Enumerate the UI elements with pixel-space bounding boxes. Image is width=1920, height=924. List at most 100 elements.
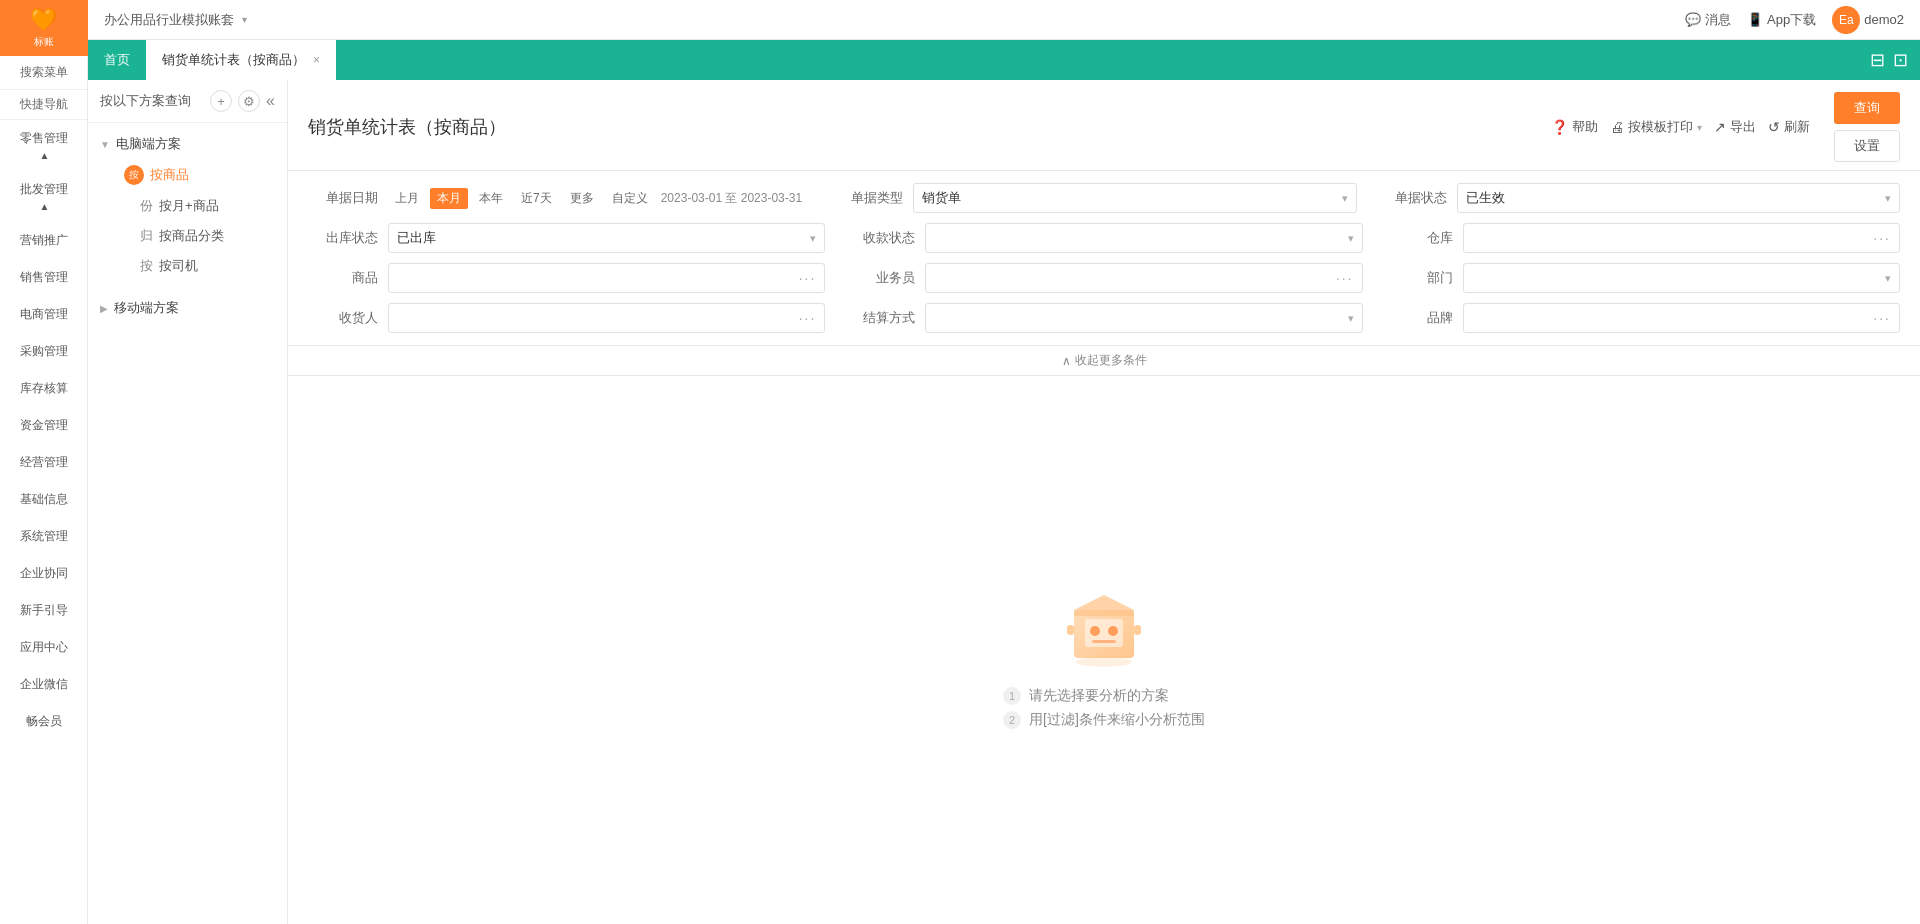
svg-rect-7: [1067, 625, 1074, 635]
sidebar-item-purchase[interactable]: 采购管理: [0, 333, 87, 370]
app-logo[interactable]: 🧡 标账: [0, 0, 88, 56]
sidebar-item-wholesale[interactable]: 批发管理 ▲: [0, 171, 87, 222]
receiver-field[interactable]: ···: [388, 303, 825, 333]
collapse-sidebar-btn[interactable]: «: [266, 92, 275, 110]
export-icon: ↗: [1714, 119, 1726, 135]
page-content: 按以下方案查询 + ⚙ « ▼ 电脑端方案 按 按商品 份 按月+: [88, 80, 1920, 924]
date-tab-prev-month[interactable]: 上月: [388, 188, 426, 209]
sidebar-item-finance[interactable]: 资金管理: [0, 407, 87, 444]
sidebar-item-basic[interactable]: 基础信息: [0, 481, 87, 518]
sidebar-item-operations[interactable]: 经营管理: [0, 444, 87, 481]
maximize-icon[interactable]: ⊡: [1893, 49, 1908, 71]
svg-marker-1: [1074, 595, 1134, 610]
sidebar-item-system[interactable]: 系统管理: [0, 518, 87, 555]
tree-parent-label: 移动端方案: [114, 299, 179, 317]
query-button[interactable]: 查询: [1834, 92, 1900, 124]
top-header: 办公用品行业模拟账套 ▾ 💬 消息 📱 App下载 Ea demo2: [88, 0, 1920, 40]
svg-point-4: [1090, 626, 1100, 636]
goods-more-icon[interactable]: ···: [799, 270, 817, 286]
goods-field[interactable]: ···: [388, 263, 825, 293]
sidebar-item-label: 库存核算: [20, 380, 68, 397]
sidebar-item-label: 销售管理: [20, 269, 68, 286]
order-type-field[interactable]: 销货单 ▾: [913, 183, 1356, 213]
user-name: demo2: [1864, 12, 1904, 27]
industry-dropdown-icon[interactable]: ▾: [242, 14, 247, 25]
staff-more-icon[interactable]: ···: [1336, 270, 1354, 286]
sidebar-item-newbie[interactable]: 新手引导: [0, 592, 87, 629]
tree-parent-label: 电脑端方案: [116, 135, 181, 153]
tree-grandchild-label: 按月+商品: [159, 197, 219, 215]
sidebar-item-wechat[interactable]: 企业微信: [0, 666, 87, 703]
sidebar-item-enterprise[interactable]: 企业协同: [0, 555, 87, 592]
date-label: 单据日期: [308, 189, 388, 207]
settings-button[interactable]: 设置: [1834, 130, 1900, 162]
print-btn[interactable]: 🖨 按模板打印 ▾: [1610, 118, 1702, 136]
tab-active[interactable]: 销货单统计表（按商品） ×: [146, 40, 336, 80]
warehouse-field[interactable]: ···: [1463, 223, 1900, 253]
refresh-label: 刷新: [1784, 118, 1810, 136]
tab-bar: 首页 销货单统计表（按商品） × ⊟ ⊡: [88, 40, 1920, 80]
receiver-more-icon[interactable]: ···: [799, 310, 817, 326]
date-tab-7days[interactable]: 近7天: [514, 188, 559, 209]
sidebar-item-retail[interactable]: 零售管理 ▲: [0, 120, 87, 171]
sidebar-item-appcenter[interactable]: 应用中心: [0, 629, 87, 666]
sidebar-item-vip[interactable]: 畅会员: [0, 703, 87, 740]
date-tab-year[interactable]: 本年: [472, 188, 510, 209]
order-status-field[interactable]: 已生效 ▾: [1457, 183, 1900, 213]
sidebar-item-marketing[interactable]: 营销推广: [0, 222, 87, 259]
date-tab-custom[interactable]: 自定义: [605, 188, 655, 209]
order-status-label: 单据状态: [1377, 189, 1457, 207]
sidebar-item-ecommerce[interactable]: 电商管理: [0, 296, 87, 333]
sidebar-item-label: 企业协同: [20, 565, 68, 582]
svg-point-9: [1076, 657, 1132, 667]
filter-row-4: 收货人 ··· 结算方式 ▾ 品牌 ···: [308, 303, 1900, 333]
home-tab-label: 首页: [104, 51, 130, 69]
sidebar-item-sales[interactable]: 销售管理: [0, 259, 87, 296]
tree-grandchild-goods-category[interactable]: 归 按商品分类: [88, 221, 287, 251]
tree-child-by-goods[interactable]: 按 按商品: [88, 159, 287, 191]
settlement-field[interactable]: ▾: [925, 303, 1362, 333]
department-field[interactable]: ▾: [1463, 263, 1900, 293]
staff-field[interactable]: ···: [925, 263, 1362, 293]
user-profile-btn[interactable]: Ea demo2: [1832, 6, 1904, 34]
collapse-icon: ∧: [1062, 354, 1071, 368]
sidebar-item-inventory[interactable]: 库存核算: [0, 370, 87, 407]
chevron-icon: ▲: [40, 201, 50, 212]
settings-scheme-btn[interactable]: ⚙: [238, 90, 260, 112]
message-label: 消息: [1705, 11, 1731, 29]
collect-status-field[interactable]: ▾: [925, 223, 1362, 253]
tree-parent-pc[interactable]: ▼ 电脑端方案: [88, 129, 287, 159]
staff-label: 业务员: [845, 269, 925, 287]
app-download-btn[interactable]: 📱 App下载: [1747, 11, 1816, 29]
sidebar-item-label: 系统管理: [20, 528, 68, 545]
department-label: 部门: [1383, 269, 1463, 287]
collapse-more-conditions-btn[interactable]: ∧ 收起更多条件: [288, 346, 1920, 376]
quick-nav[interactable]: 快捷导航: [0, 90, 87, 120]
tree-grandchild-driver[interactable]: 按 按司机: [88, 251, 287, 281]
out-status-label: 出库状态: [308, 229, 388, 247]
svg-point-5: [1108, 626, 1118, 636]
minimize-icon[interactable]: ⊟: [1870, 49, 1885, 71]
add-scheme-btn[interactable]: +: [210, 90, 232, 112]
close-tab-btn[interactable]: ×: [313, 53, 320, 67]
help-btn[interactable]: ❓ 帮助: [1551, 118, 1598, 136]
message-btn[interactable]: 💬 消息: [1685, 11, 1731, 29]
tab-home[interactable]: 首页: [88, 40, 146, 80]
department-dropdown-icon: ▾: [1885, 272, 1891, 285]
sidebar-item-label: 基础信息: [20, 491, 68, 508]
tree-grandchild-month-goods[interactable]: 份 按月+商品: [88, 191, 287, 221]
brand-more-icon[interactable]: ···: [1873, 310, 1891, 326]
collapse-label: 收起更多条件: [1075, 352, 1147, 369]
search-menu[interactable]: 搜索菜单: [0, 56, 87, 90]
export-btn[interactable]: ↗ 导出: [1714, 118, 1756, 136]
refresh-btn[interactable]: ↺ 刷新: [1768, 118, 1810, 136]
out-status-field[interactable]: 已出库 ▾: [388, 223, 825, 253]
date-tab-more[interactable]: 更多: [563, 188, 601, 209]
brand-field[interactable]: ···: [1463, 303, 1900, 333]
date-tab-current-month[interactable]: 本月: [430, 188, 468, 209]
child-icon: 按: [124, 165, 144, 185]
tab-actions: ⊟ ⊡: [1870, 49, 1920, 71]
warehouse-more-icon[interactable]: ···: [1873, 230, 1891, 246]
filter-row-2: 出库状态 已出库 ▾ 收款状态 ▾ 仓库 ···: [308, 223, 1900, 253]
tree-parent-mobile[interactable]: ▶ 移动端方案: [88, 293, 287, 323]
